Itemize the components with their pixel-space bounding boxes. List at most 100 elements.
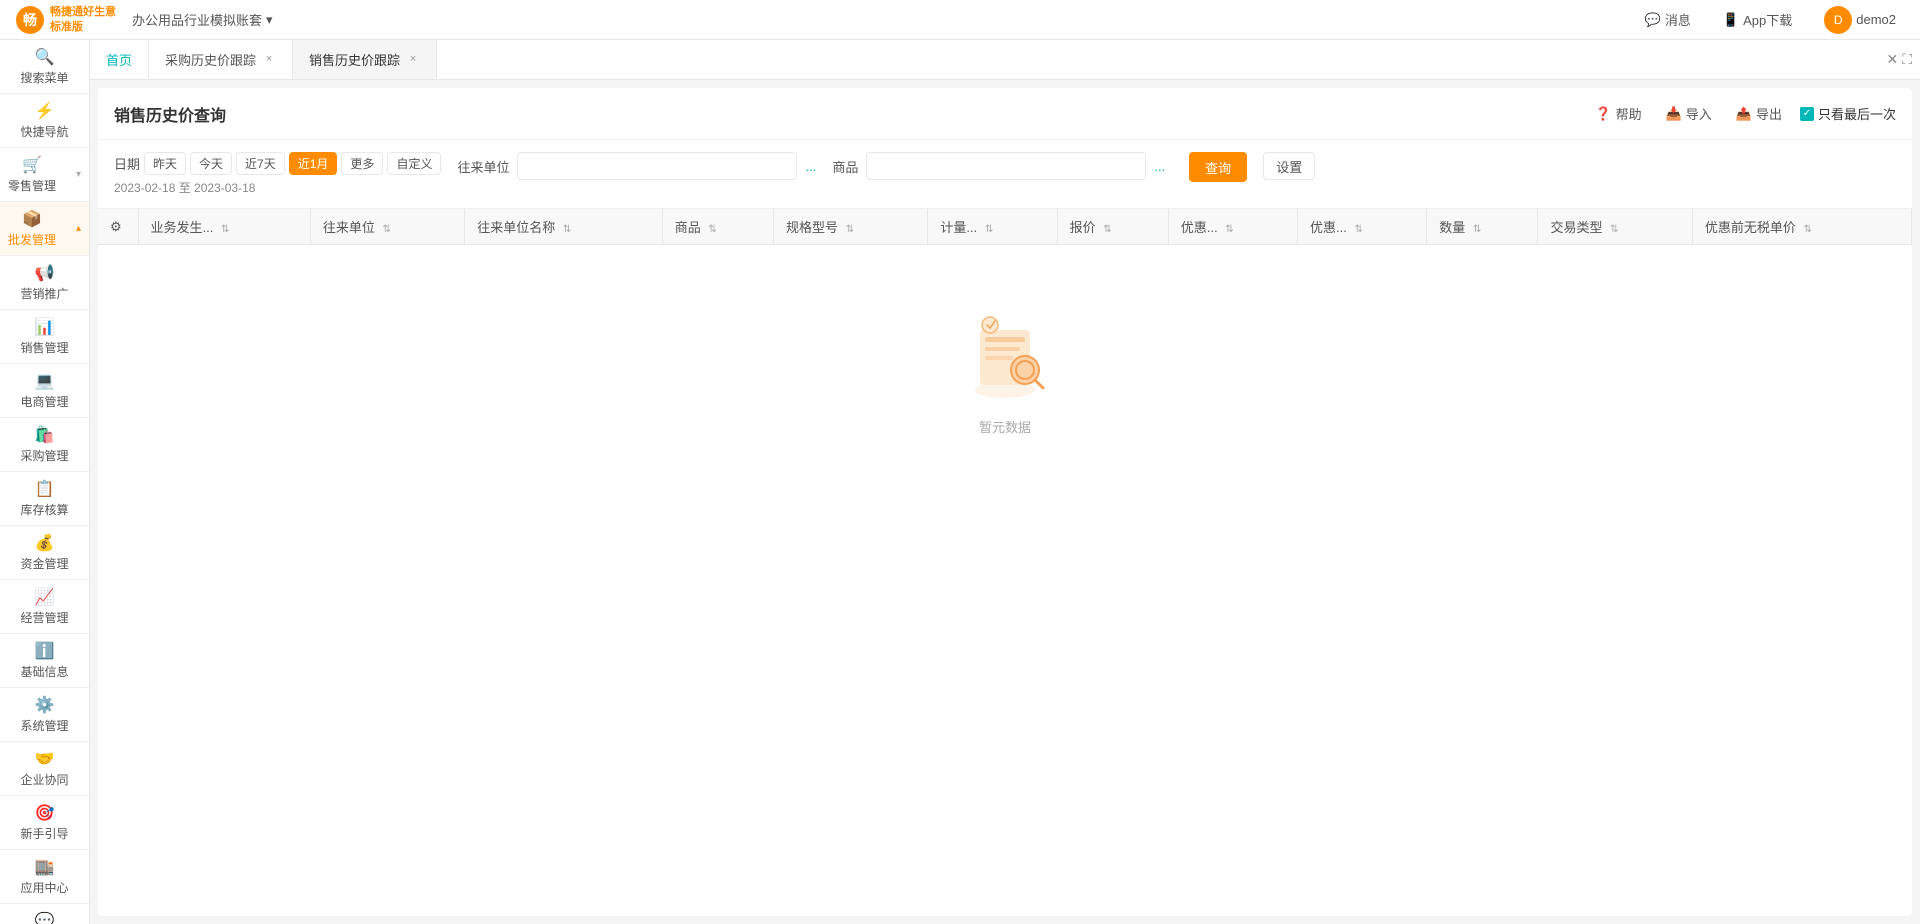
tab-close-sales[interactable]: × bbox=[406, 53, 420, 67]
date-btn-1month[interactable]: 近1月 bbox=[289, 152, 338, 175]
maximize-icon[interactable]: ⛶ bbox=[1902, 51, 1912, 68]
tab-purchase-history[interactable]: 采购历史价跟踪 × bbox=[149, 40, 293, 79]
col-quote[interactable]: 报价 ⇅ bbox=[1057, 209, 1168, 245]
top-header: 畅 畅捷通好生意 标准版 办公用品行业模拟账套 ▾ 💬 消息 📱 App下载 D… bbox=[0, 0, 1920, 40]
sort-icon-3: ⇅ bbox=[563, 224, 571, 235]
settings-button[interactable]: 设置 bbox=[1263, 152, 1315, 180]
sort-icon-10: ⇅ bbox=[1473, 224, 1481, 235]
app-download-btn[interactable]: 📱 App下载 bbox=[1715, 6, 1800, 33]
sidebar-item-retail-mgmt[interactable]: 🛒 零售管理 ▾ bbox=[0, 148, 89, 202]
settings-icon: ⚙ bbox=[110, 219, 122, 234]
query-button[interactable]: 查询 bbox=[1189, 152, 1247, 182]
tab-home[interactable]: 首页 bbox=[90, 40, 149, 79]
chevron-up-icon: ▴ bbox=[76, 223, 81, 234]
col-discount1[interactable]: 优惠... ⇅ bbox=[1168, 209, 1297, 245]
date-btn-7days[interactable]: 近7天 bbox=[236, 152, 285, 175]
sidebar-section-retail: 🛒 零售管理 bbox=[8, 155, 56, 194]
sidebar-item-sales-mgmt[interactable]: 📊 销售管理 bbox=[0, 310, 89, 364]
partner-label: 往来单位 bbox=[457, 157, 509, 176]
sidebar-item-basic-info[interactable]: ℹ️ 基础信息 bbox=[0, 634, 89, 688]
info-icon: ℹ️ bbox=[35, 641, 55, 661]
logo-icon: 畅 bbox=[16, 6, 44, 34]
sort-icon-8: ⇅ bbox=[1225, 224, 1233, 235]
main-layout: 🔍 搜索菜单 ⚡ 快捷导航 🛒 零售管理 ▾ 📦 批发管理 ▴ 📢 营销推广 bbox=[0, 40, 1920, 924]
tab-sales-history[interactable]: 销售历史价跟踪 × bbox=[293, 40, 437, 79]
workspace-selector[interactable]: 办公用品行业模拟账套 ▾ bbox=[124, 6, 281, 33]
col-discount2[interactable]: 优惠... ⇅ bbox=[1298, 209, 1427, 245]
message-btn[interactable]: 💬 消息 bbox=[1637, 6, 1699, 33]
sales-icon: 📊 bbox=[35, 317, 55, 337]
sort-icon-7: ⇅ bbox=[1103, 224, 1111, 235]
import-icon: 📥 bbox=[1666, 106, 1682, 122]
goods-label: 商品 bbox=[832, 157, 858, 176]
sort-icon: ⇅ bbox=[221, 224, 229, 235]
col-biz-date[interactable]: 业务发生... ⇅ bbox=[138, 209, 310, 245]
sidebar-item-new-guide[interactable]: 🎯 新手引导 bbox=[0, 796, 89, 850]
close-window-icon[interactable]: ✕ bbox=[1886, 51, 1898, 68]
partner-dots[interactable]: ... bbox=[805, 159, 816, 174]
date-btn-custom[interactable]: 自定义 bbox=[387, 152, 441, 175]
sidebar-item-search-menu[interactable]: 🔍 搜索菜单 bbox=[0, 40, 89, 94]
page-content: 销售历史价查询 ❓ 帮助 📥 导入 📤 导出 ✓ bbox=[98, 88, 1912, 916]
table-header: ⚙ 业务发生... ⇅ 往来单位 ⇅ 往来单位名称 bbox=[98, 209, 1912, 245]
sidebar-item-quick-nav[interactable]: ⚡ 快捷导航 bbox=[0, 94, 89, 148]
sidebar-item-ecom-mgmt[interactable]: 💻 电商管理 bbox=[0, 364, 89, 418]
date-label: 日期 bbox=[114, 154, 140, 173]
help-btn[interactable]: ❓ 帮助 bbox=[1589, 100, 1647, 127]
export-btn[interactable]: 📤 导出 bbox=[1730, 100, 1788, 127]
inventory-icon: 📋 bbox=[35, 479, 55, 499]
sidebar-item-enterprise-collab[interactable]: 🤝 企业协同 bbox=[0, 742, 89, 796]
guide-icon: 🎯 bbox=[35, 803, 55, 823]
col-spec[interactable]: 规格型号 ⇅ bbox=[773, 209, 927, 245]
partner-input[interactable] bbox=[517, 152, 797, 180]
col-trade-type[interactable]: 交易类型 ⇅ bbox=[1538, 209, 1692, 245]
download-icon: 📱 bbox=[1723, 12, 1739, 28]
sidebar-item-app-center[interactable]: 🏬 应用中心 bbox=[0, 850, 89, 904]
date-buttons: 日期 昨天 今天 近7天 近1月 更多 自定义 bbox=[114, 152, 441, 175]
chevron-icon: ▾ bbox=[76, 169, 81, 180]
sidebar-item-inventory[interactable]: 📋 库存核算 bbox=[0, 472, 89, 526]
tab-close-purchase[interactable]: × bbox=[262, 53, 276, 67]
help-icon: ❓ bbox=[1595, 106, 1611, 122]
sort-icon-5: ⇅ bbox=[846, 224, 854, 235]
user-btn[interactable]: D demo2 bbox=[1816, 2, 1904, 38]
tab-bar: 首页 采购历史价跟踪 × 销售历史价跟踪 × ✕ ⛶ bbox=[90, 40, 1920, 80]
empty-text: 暂元数据 bbox=[979, 417, 1031, 436]
goods-dots[interactable]: ... bbox=[1154, 159, 1165, 174]
wholesale-icon: 📦 bbox=[22, 209, 42, 229]
only-last-checkbox[interactable]: ✓ 只看最后一次 bbox=[1800, 104, 1896, 123]
import-btn[interactable]: 📥 导入 bbox=[1660, 100, 1718, 127]
settings-btn-wrapper: 设置 bbox=[1263, 152, 1315, 182]
date-btn-more[interactable]: 更多 bbox=[341, 152, 383, 175]
content-area: 首页 采购历史价跟踪 × 销售历史价跟踪 × ✕ ⛶ 销售历史价查询 bbox=[90, 40, 1920, 924]
date-btn-today[interactable]: 今天 bbox=[190, 152, 232, 175]
sidebar-item-finance-mgmt[interactable]: 💰 资金管理 bbox=[0, 526, 89, 580]
col-goods[interactable]: 商品 ⇅ bbox=[662, 209, 773, 245]
finance-icon: 💰 bbox=[35, 533, 55, 553]
sidebar-item-purchase-mgmt[interactable]: 🛍️ 采购管理 bbox=[0, 418, 89, 472]
sidebar-item-marketing[interactable]: 📢 营销推广 bbox=[0, 256, 89, 310]
sidebar-item-enterprise-wechat[interactable]: 💬 企业微信 bbox=[0, 904, 89, 924]
header-left: 畅 畅捷通好生意 标准版 办公用品行业模拟账套 ▾ bbox=[16, 5, 281, 34]
ecom-icon: 💻 bbox=[35, 371, 55, 391]
goods-input[interactable] bbox=[866, 152, 1146, 180]
col-no-tax-price[interactable]: 优惠前无税单价 ⇅ bbox=[1692, 209, 1911, 245]
sidebar-section-wholesale: 📦 批发管理 bbox=[8, 209, 56, 248]
sidebar-item-system-mgmt[interactable]: ⚙️ 系统管理 bbox=[0, 688, 89, 742]
checkbox-checked-icon: ✓ bbox=[1800, 107, 1814, 121]
col-partner-name[interactable]: 往来单位名称 ⇅ bbox=[465, 209, 663, 245]
app-center-icon: 🏬 bbox=[35, 857, 55, 877]
sort-icon-6: ⇅ bbox=[985, 224, 993, 235]
col-quantity[interactable]: 数量 ⇅ bbox=[1427, 209, 1538, 245]
col-partner-code[interactable]: 往来单位 ⇅ bbox=[310, 209, 464, 245]
page-title: 销售历史价查询 bbox=[114, 102, 226, 126]
system-icon: ⚙️ bbox=[35, 695, 55, 715]
col-settings[interactable]: ⚙ bbox=[98, 209, 138, 245]
date-btn-yesterday[interactable]: 昨天 bbox=[144, 152, 186, 175]
col-unit[interactable]: 计量... ⇅ bbox=[928, 209, 1057, 245]
collab-icon: 🤝 bbox=[35, 749, 55, 769]
sidebar-item-ops-mgmt[interactable]: 📈 经营管理 bbox=[0, 580, 89, 634]
empty-state: 暂元数据 bbox=[98, 245, 1912, 496]
sidebar-item-wholesale-mgmt[interactable]: 📦 批发管理 ▴ bbox=[0, 202, 89, 256]
table-header-row: ⚙ 业务发生... ⇅ 往来单位 ⇅ 往来单位名称 bbox=[98, 209, 1912, 245]
